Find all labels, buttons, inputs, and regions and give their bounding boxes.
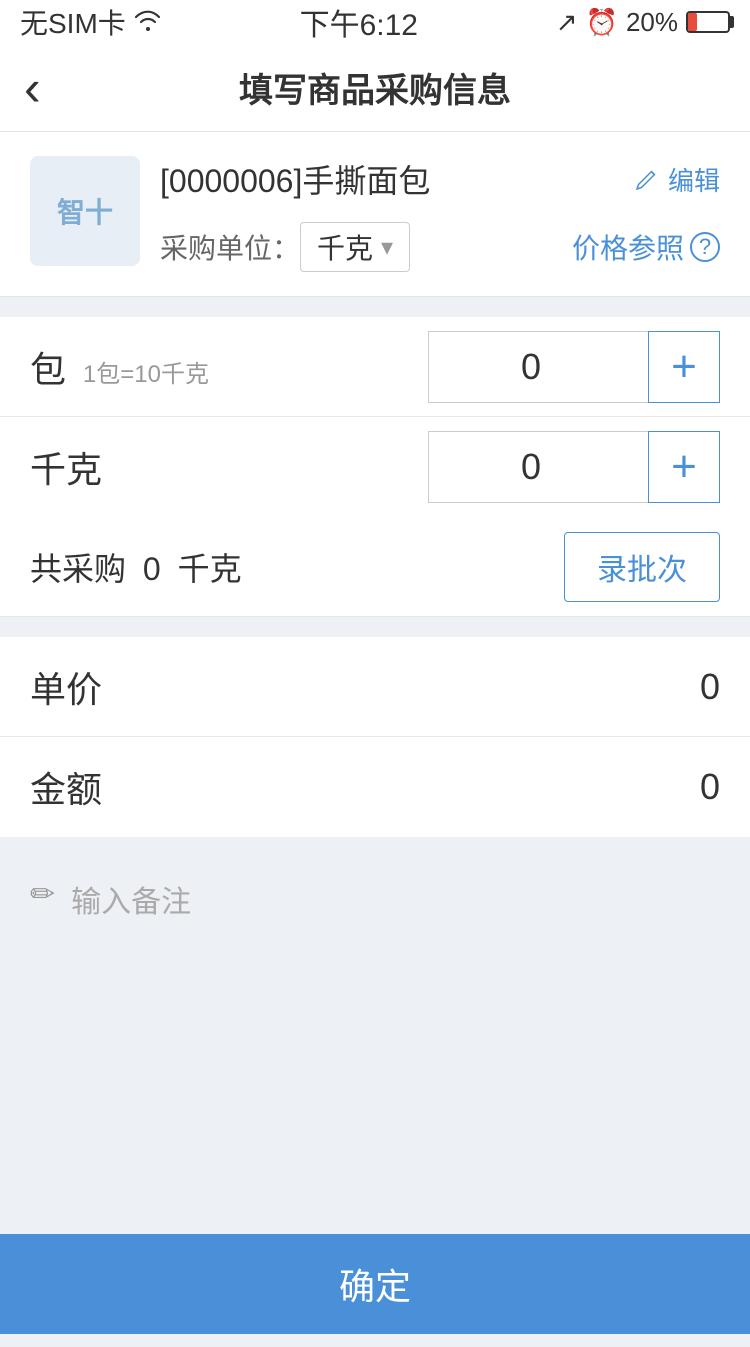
confirm-button[interactable]: 确定 (0, 1234, 750, 1334)
product-name: [0000006]手撕面包 (160, 156, 430, 202)
bag-label-group: 包 1包=10千克 (30, 341, 209, 393)
bag-plus-button[interactable]: + (648, 331, 720, 403)
record-batch-button[interactable]: 录批次 (564, 532, 720, 602)
bag-label: 包 (30, 349, 66, 390)
price-section: 单价 0 金额 0 (0, 637, 750, 837)
nav-bar: ‹ 填写商品采购信息 (0, 44, 750, 132)
carrier-text: 无SIM卡 (20, 2, 126, 42)
pencil-icon: ✏ (30, 877, 55, 912)
product-image: 智十 (30, 156, 140, 266)
kg-quantity-input-group: + (428, 431, 720, 503)
amount-label: 金额 (30, 761, 102, 813)
unit-select[interactable]: 千克 ▾ (300, 222, 410, 272)
unit-price-label: 单价 (30, 661, 102, 713)
section-divider-3 (0, 837, 750, 847)
bag-row: 包 1包=10千克 + (0, 317, 750, 417)
bag-quantity-input-group: + (428, 331, 720, 403)
product-card: 智十 [0000006]手撕面包 编辑 采购单位： 千克 ▾ (0, 132, 750, 297)
section-divider-1 (0, 297, 750, 317)
price-ref-icon: ? (690, 232, 720, 262)
unit-price-row: 单价 0 (0, 637, 750, 737)
kg-plus-button[interactable]: + (648, 431, 720, 503)
quantity-section: 包 1包=10千克 + 千克 + (0, 317, 750, 517)
status-bar: 无SIM卡 下午6:12 ↗ ⏰ 20% (0, 0, 750, 44)
confirm-button-label: 确定 (339, 1258, 411, 1310)
alarm-icon: ⏰ (586, 7, 618, 38)
section-divider-2 (0, 617, 750, 637)
summary-label: 共采购 0 千克 (30, 544, 242, 590)
amount-value: 0 (700, 766, 720, 808)
summary-row: 共采购 0 千克 录批次 (0, 517, 750, 617)
kg-row: 千克 + (0, 417, 750, 517)
product-info: [0000006]手撕面包 编辑 采购单位： 千克 ▾ 价格参照 ? (160, 156, 720, 272)
time-display: 下午6:12 (300, 0, 418, 44)
edit-button[interactable]: 编辑 (634, 161, 720, 198)
unit-row: 采购单位： 千克 ▾ 价格参照 ? (160, 222, 720, 272)
page-title: 填写商品采购信息 (239, 63, 511, 112)
back-button[interactable]: ‹ (24, 59, 41, 117)
product-name-row: [0000006]手撕面包 编辑 (160, 156, 720, 202)
status-left: 无SIM卡 (20, 2, 162, 42)
unit-label: 采购单位： (160, 227, 300, 267)
amount-row: 金额 0 (0, 737, 750, 837)
bag-sublabel: 1包=10千克 (83, 361, 209, 388)
location-icon: ↗ (556, 7, 578, 38)
notes-section[interactable]: ✏ 输入备注 (0, 847, 750, 967)
battery-percent: 20% (626, 7, 678, 38)
dropdown-icon: ▾ (381, 233, 393, 262)
unit-price-value: 0 (700, 666, 720, 708)
kg-label: 千克 (30, 441, 102, 493)
battery-indicator (686, 11, 730, 33)
notes-placeholder: 输入备注 (71, 877, 191, 921)
kg-quantity-input[interactable] (428, 431, 648, 503)
status-right: ↗ ⏰ 20% (556, 7, 730, 38)
bag-quantity-input[interactable] (428, 331, 648, 403)
price-ref-button[interactable]: 价格参照 ? (572, 227, 720, 267)
wifi-icon (134, 6, 162, 38)
